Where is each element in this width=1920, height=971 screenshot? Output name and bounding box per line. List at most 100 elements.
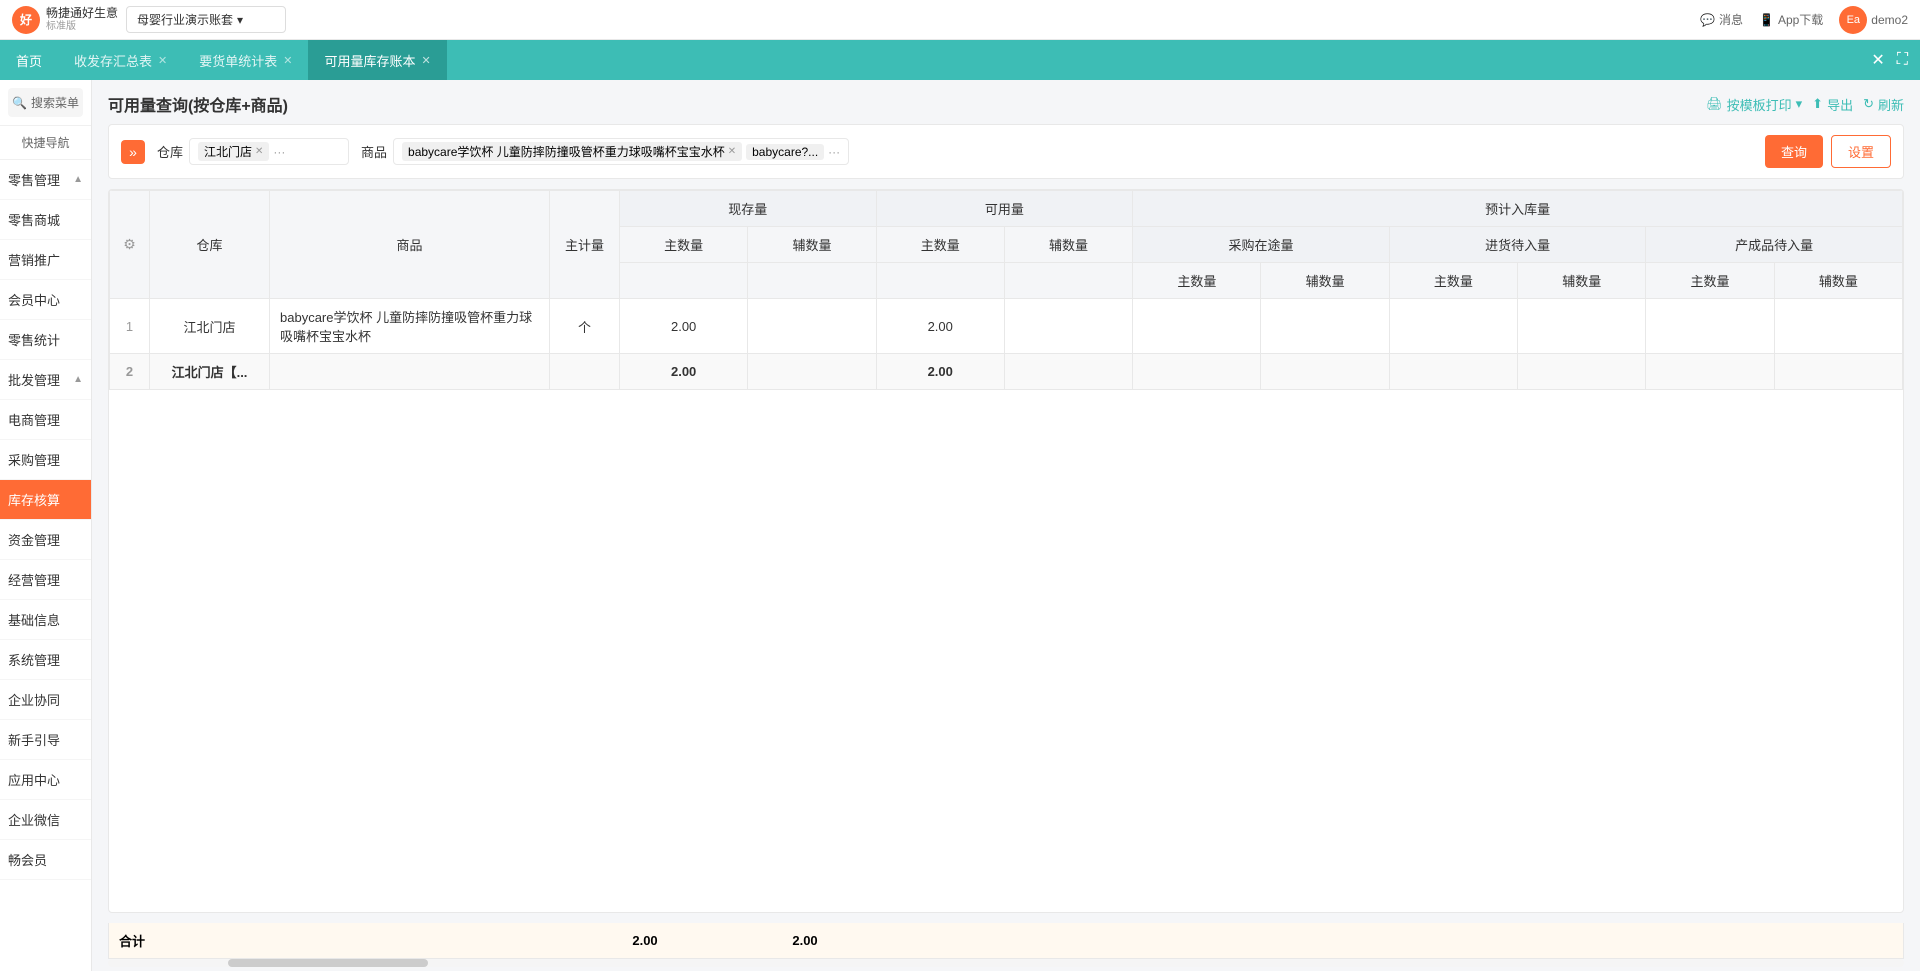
sidebar: 🔍 搜索菜单 快捷导航 零售管理 ▲ 零售商城 营销推广 会员中心 零售统计 批…: [0, 80, 92, 971]
sidebar-item-finance[interactable]: 资金管理: [0, 520, 91, 560]
product-tag-2: babycare?...: [746, 144, 824, 160]
template-print-btn[interactable]: 🖨 按模板打印 ▾: [1706, 95, 1802, 114]
col-warehouse-header: 仓库: [150, 191, 270, 299]
row-1-purchase-main: [1133, 299, 1261, 354]
col-finished-main-header: 主数量: [1646, 263, 1774, 299]
tab-available-stock-close[interactable]: ✕: [422, 54, 431, 67]
sidebar-item-enterprise-collab-label: 企业协同: [8, 690, 60, 709]
warehouse-tag-container[interactable]: 江北门店 ✕ ···: [189, 138, 349, 165]
query-button[interactable]: 查询: [1765, 135, 1823, 168]
sidebar-item-ecommerce[interactable]: 电商管理: [0, 400, 91, 440]
row-2-incoming-aux: [1518, 354, 1646, 390]
export-label: 导出: [1827, 95, 1853, 114]
search-menu-btn[interactable]: 🔍 搜索菜单: [8, 88, 83, 117]
refresh-btn[interactable]: ↻ 刷新: [1863, 95, 1904, 114]
sidebar-item-inventory[interactable]: 库存核算: [0, 480, 91, 520]
top-header: 好 畅捷通好生意 标准版 母婴行业演示账套 ▾ 💬 消息 📱 App下载 Ea …: [0, 0, 1920, 40]
sidebar-item-app-center[interactable]: 应用中心: [0, 760, 91, 800]
row-2-incoming-main: [1389, 354, 1517, 390]
settings-button[interactable]: 设置: [1831, 135, 1891, 168]
sidebar-item-purchase[interactable]: 采购管理: [0, 440, 91, 480]
tab-home-label: 首页: [16, 51, 42, 70]
sidebar-search-area: 🔍 搜索菜单: [0, 80, 91, 126]
logo-icon: 好: [12, 6, 40, 34]
product-ellipsis[interactable]: ···: [828, 145, 840, 159]
sidebar-item-member-plus[interactable]: 畅会员: [0, 840, 91, 880]
row-1-stock-aux: [748, 299, 876, 354]
sidebar-item-retail-mall[interactable]: 零售商城: [0, 200, 91, 240]
download-icon: 📱: [1759, 13, 1774, 27]
close-tab-btn[interactable]: ✕: [1867, 46, 1888, 74]
row-1-avail-main: 2.00: [876, 299, 1004, 354]
warehouse-ellipsis[interactable]: ···: [273, 145, 285, 159]
sidebar-item-enterprise-wechat-label: 企业微信: [8, 810, 60, 829]
sidebar-item-retail-stats[interactable]: 零售统计: [0, 320, 91, 360]
template-print-label: 按模板打印: [1727, 95, 1792, 114]
col-purchase-transit-header: 采购在途量: [1133, 227, 1390, 263]
table-row: 1 江北门店 babycare学饮杯 儿童防摔防撞吸管杯重力球吸嘴杯宝宝水杯 个…: [110, 299, 1903, 354]
product-tag-2-text: babycare?...: [752, 145, 818, 159]
row-1-stock-main: 2.00: [620, 299, 748, 354]
expand-btn[interactable]: ⛶: [1893, 47, 1912, 73]
chevron-down-icon: ▾: [1796, 96, 1803, 112]
logo-text: 畅捷通好生意 标准版: [46, 6, 118, 32]
sidebar-item-operations[interactable]: 经营管理: [0, 560, 91, 600]
sidebar-item-retail-mgmt[interactable]: 零售管理 ▲: [0, 160, 91, 200]
settings-icon[interactable]: ⚙: [123, 236, 136, 252]
warehouse-tag: 江北门店 ✕: [198, 142, 269, 161]
sidebar-item-finance-label: 资金管理: [8, 530, 60, 549]
search-icon: 🔍: [12, 96, 27, 110]
total-stock-main: 2.00: [605, 933, 685, 948]
col-finished-pending-header: 产成品待入量: [1646, 227, 1903, 263]
print-icon: 🖨: [1706, 96, 1723, 112]
filter-actions: 查询 设置: [1765, 135, 1891, 168]
sidebar-item-wholesale[interactable]: 批发管理 ▲: [0, 360, 91, 400]
tab-order-stats[interactable]: 要货单统计表 ✕: [183, 40, 308, 80]
col-current-stock-header: 现存量: [620, 191, 877, 227]
scrollbar-thumb[interactable]: [228, 959, 428, 967]
app-download-btn[interactable]: 📱 App下载: [1759, 11, 1823, 28]
product-filter-group: 商品 babycare学饮杯 儿童防摔防撞吸管杯重力球吸嘴杯宝宝水杯 ✕ bab…: [361, 138, 849, 165]
sidebar-item-new-guide[interactable]: 新手引导: [0, 720, 91, 760]
row-1-incoming-aux: [1518, 299, 1646, 354]
tabs-end-actions: ✕ ⛶: [1867, 46, 1920, 74]
data-table-container: ⚙ 仓库 商品 主计量 现存量: [108, 189, 1904, 913]
enterprise-select[interactable]: 母婴行业演示账套 ▾: [126, 6, 286, 33]
refresh-icon: ↻: [1863, 96, 1874, 112]
quick-nav-btn[interactable]: 快捷导航: [0, 126, 91, 160]
row-1-avail-aux: [1004, 299, 1132, 354]
product-tag-1-close[interactable]: ✕: [728, 146, 736, 157]
warehouse-tag-close[interactable]: ✕: [255, 146, 263, 157]
col-stock-main-qty-header: 主数量: [620, 227, 748, 263]
col-main-unit-header: 主计量: [550, 191, 620, 299]
export-btn[interactable]: ⬆ 导出: [1812, 95, 1853, 114]
col-avail-aux-qty-sub: [1004, 263, 1132, 299]
sidebar-item-basics[interactable]: 基础信息: [0, 600, 91, 640]
message-icon: 💬: [1700, 13, 1715, 27]
total-available-main: 2.00: [765, 933, 845, 948]
sidebar-item-purchase-label: 采购管理: [8, 450, 60, 469]
sidebar-item-members[interactable]: 会员中心: [0, 280, 91, 320]
tab-available-stock[interactable]: 可用量库存账本 ✕: [308, 40, 446, 80]
total-label: 合计: [119, 931, 145, 950]
logo-title: 畅捷通好生意: [46, 6, 118, 20]
tab-order-stats-close[interactable]: ✕: [283, 54, 292, 67]
quick-nav-label: 快捷导航: [21, 136, 69, 150]
tab-home[interactable]: 首页: [0, 40, 58, 80]
sidebar-item-enterprise-wechat[interactable]: 企业微信: [0, 800, 91, 840]
chevron-down-icon: ▾: [237, 13, 243, 27]
filter-expand-btn[interactable]: »: [121, 140, 145, 164]
row-1-finished-main: [1646, 299, 1774, 354]
sidebar-item-retail-mall-label: 零售商城: [8, 210, 60, 229]
message-btn[interactable]: 💬 消息: [1700, 11, 1743, 28]
sidebar-item-system[interactable]: 系统管理: [0, 640, 91, 680]
product-tag-container[interactable]: babycare学饮杯 儿童防摔防撞吸管杯重力球吸嘴杯宝宝水杯 ✕ babyca…: [393, 138, 849, 165]
logo-subtitle: 标准版: [46, 21, 118, 33]
product-tag-1: babycare学饮杯 儿童防摔防撞吸管杯重力球吸嘴杯宝宝水杯 ✕: [402, 142, 742, 161]
sidebar-item-enterprise-collab[interactable]: 企业协同: [0, 680, 91, 720]
user-menu[interactable]: Ea demo2: [1839, 6, 1908, 34]
tab-receipts-close[interactable]: ✕: [158, 54, 167, 67]
sidebar-item-marketing[interactable]: 营销推广: [0, 240, 91, 280]
tab-receipts[interactable]: 收发存汇总表 ✕: [58, 40, 183, 80]
horizontal-scrollbar[interactable]: [108, 959, 1904, 967]
